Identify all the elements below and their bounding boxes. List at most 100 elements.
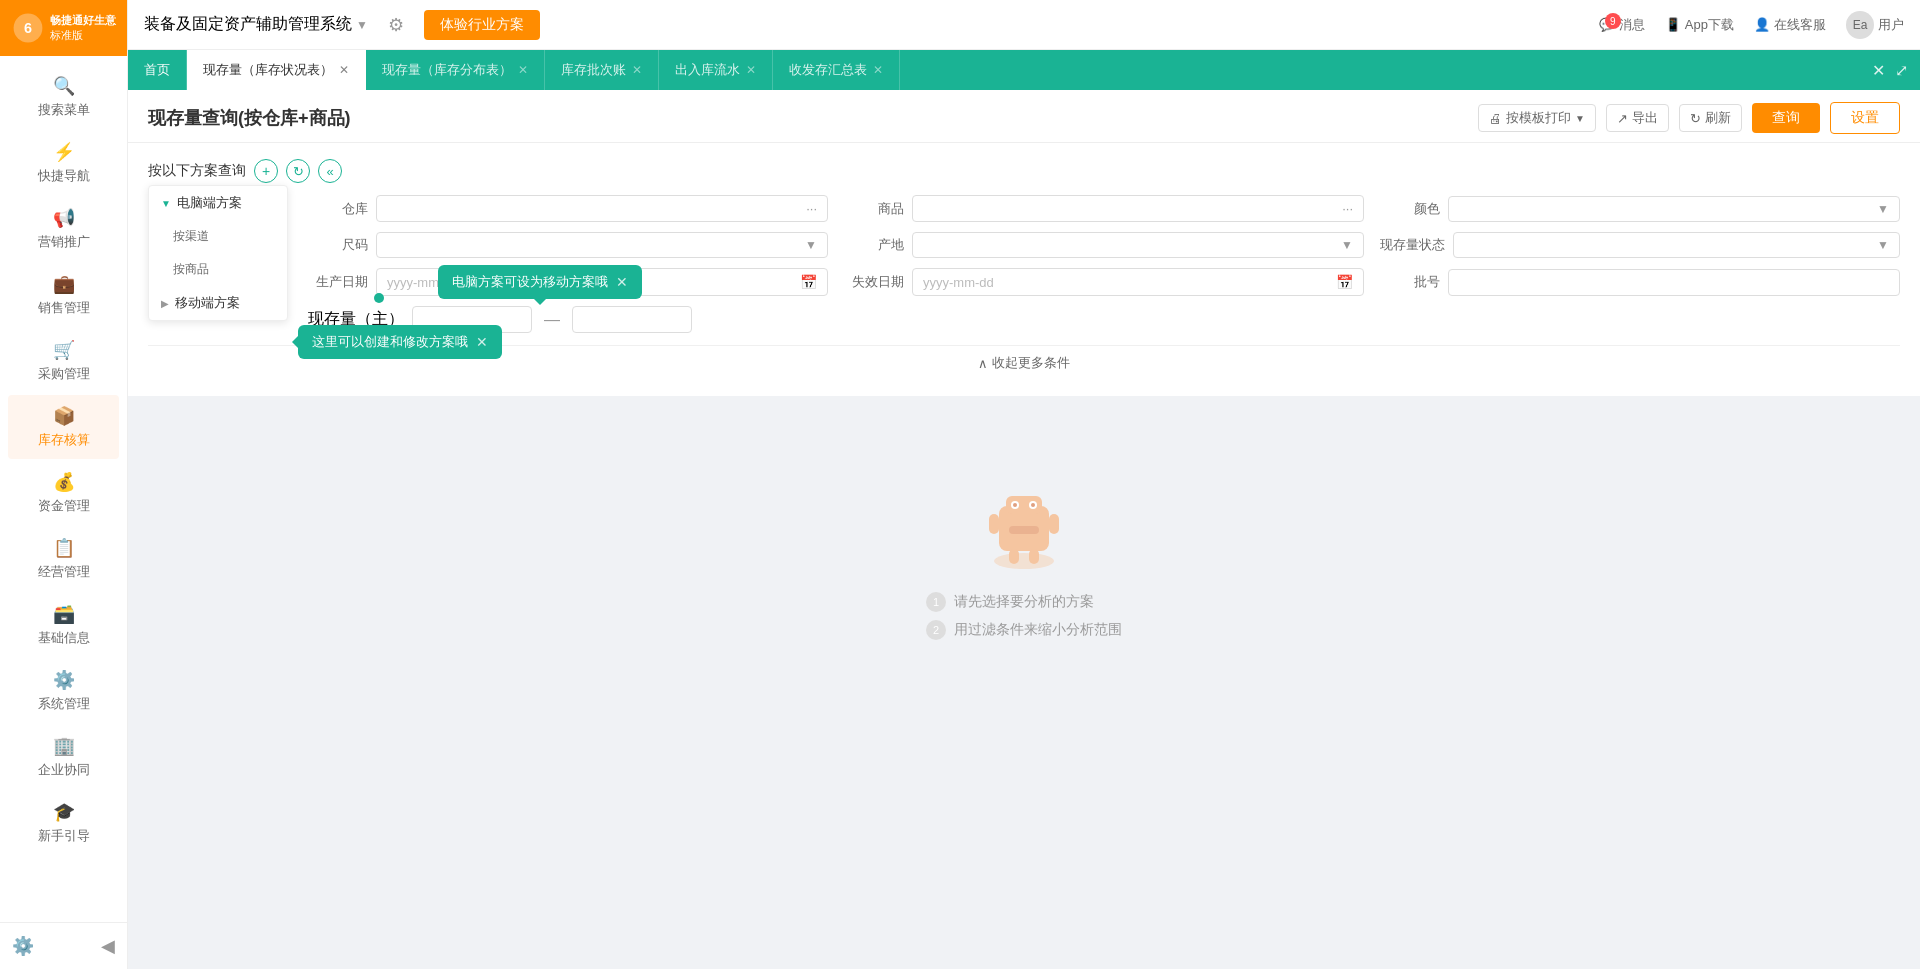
create-tip-close[interactable]: ✕ bbox=[476, 334, 488, 350]
print-template-btn[interactable]: 🖨 按模板打印 ▼ bbox=[1478, 104, 1596, 132]
empty-state: 1 请先选择要分析的方案 2 用过滤条件来缩小分析范围 bbox=[128, 396, 1920, 720]
sidebar-item-inventory[interactable]: 📦 库存核算 bbox=[8, 395, 119, 459]
tab-inventory-status[interactable]: 现存量（库存状况表） ✕ bbox=[187, 50, 366, 90]
filter-size-select[interactable]: ▼ bbox=[376, 232, 828, 258]
sidebar-item-guide[interactable]: 🎓 新手引导 bbox=[8, 791, 119, 855]
filter-expire-date-from[interactable]: yyyy-mm-dd 📅 bbox=[912, 268, 1364, 296]
sidebar-item-quick-nav[interactable]: ⚡ 快捷导航 bbox=[8, 131, 119, 195]
sidebar-nav: 🔍 搜索菜单 ⚡ 快捷导航 📢 营销推广 💼 销售管理 🛒 采购管理 📦 库存核… bbox=[0, 56, 127, 922]
refresh-btn[interactable]: ↻ 刷新 bbox=[1679, 104, 1742, 132]
add-scheme-btn[interactable]: + bbox=[254, 159, 278, 183]
tab-home[interactable]: 首页 bbox=[128, 50, 187, 90]
scheme-sub-channels-label: 按渠道 bbox=[173, 228, 209, 245]
refresh-scheme-btn[interactable]: ↻ bbox=[286, 159, 310, 183]
sidebar-label-quick-nav: 快捷导航 bbox=[38, 167, 90, 185]
sidebar-label-guide: 新手引导 bbox=[38, 827, 90, 845]
tab-close-all-icon[interactable]: ✕ bbox=[1872, 61, 1885, 80]
back-scheme-btn[interactable]: « bbox=[318, 159, 342, 183]
sidebar-label-purchase: 采购管理 bbox=[38, 365, 90, 383]
message-badge: 9 bbox=[1605, 13, 1621, 29]
filter-goods-select[interactable]: ··· bbox=[912, 195, 1364, 222]
filter-stock-status-select[interactable]: ▼ bbox=[1453, 232, 1900, 258]
sidebar-label-finance: 资金管理 bbox=[38, 497, 90, 515]
mobile-scheme-item[interactable]: ▶ 移动端方案 bbox=[149, 286, 287, 320]
sidebar-item-sales[interactable]: 💼 销售管理 bbox=[8, 263, 119, 327]
sidebar-item-operation[interactable]: 📋 经营管理 bbox=[8, 527, 119, 591]
inventory-icon: 📦 bbox=[53, 405, 75, 427]
filter-origin-select[interactable]: ▼ bbox=[912, 232, 1364, 258]
filter-size: 尺码 ▼ bbox=[308, 232, 828, 258]
scheme-sub-goods-label: 按商品 bbox=[173, 261, 209, 278]
empty-step-2: 2 用过滤条件来缩小分析范围 bbox=[926, 620, 1122, 640]
pc-scheme-item[interactable]: ▼ 电脑端方案 bbox=[149, 186, 287, 220]
sidebar-label-search-menu: 搜索菜单 bbox=[38, 101, 90, 119]
tab-receive-send[interactable]: 收发存汇总表 ✕ bbox=[773, 50, 900, 90]
tab-inventory-dist[interactable]: 现存量（库存分布表） ✕ bbox=[366, 50, 545, 90]
filter-stock-qty-to[interactable] bbox=[572, 306, 692, 333]
settings-bottom-icon[interactable]: ⚙️ bbox=[12, 935, 34, 957]
tab-right-actions: ✕ ⤢ bbox=[1860, 50, 1920, 90]
logo-line1: 畅捷通好生意 bbox=[50, 13, 116, 28]
operation-icon: 📋 bbox=[53, 537, 75, 559]
more-dots-icon: ··· bbox=[806, 201, 817, 216]
goods-dots-icon: ··· bbox=[1342, 201, 1353, 216]
system-icon: ⚙️ bbox=[53, 669, 75, 691]
sales-icon: 💼 bbox=[53, 273, 75, 295]
origin-arrow-icon: ▼ bbox=[1341, 238, 1353, 252]
online-service-btn[interactable]: 👤 在线客服 bbox=[1754, 16, 1826, 34]
create-tip-tooltip: 这里可以创建和修改方案哦 ✕ bbox=[298, 325, 502, 359]
app-download-label: App下载 bbox=[1685, 16, 1734, 34]
filter-title: 按以下方案查询 bbox=[148, 162, 246, 180]
sidebar-item-finance[interactable]: 💰 资金管理 bbox=[8, 461, 119, 525]
connector-dot bbox=[374, 293, 384, 303]
page-header: 现存量查询(按仓库+商品) 🖨 按模板打印 ▼ ↗ 导出 ↻ 刷新 bbox=[128, 90, 1920, 143]
message-btn[interactable]: 💬 9 消息 bbox=[1599, 16, 1645, 34]
collapse-sidebar-icon[interactable]: ◀ bbox=[101, 935, 115, 957]
service-icon: 👤 bbox=[1754, 17, 1770, 32]
export-btn[interactable]: ↗ 导出 bbox=[1606, 104, 1669, 132]
pc-tip-close[interactable]: ✕ bbox=[616, 274, 628, 290]
tab-fullscreen-icon[interactable]: ⤢ bbox=[1895, 61, 1908, 80]
step-1-text: 请先选择要分析的方案 bbox=[954, 593, 1094, 611]
query-button[interactable]: 查询 bbox=[1752, 103, 1820, 133]
tab-inout-flow[interactable]: 出入库流水 ✕ bbox=[659, 50, 773, 90]
filter-batch-label: 批号 bbox=[1380, 273, 1440, 291]
filter-area: 按以下方案查询 + ↻ « ▼ 电脑端方案 按渠道 按商品 ▶ bbox=[128, 143, 1920, 396]
scheme-sub-channels[interactable]: 按渠道 bbox=[149, 220, 287, 253]
sidebar-item-search-menu[interactable]: 🔍 搜索菜单 bbox=[8, 65, 119, 129]
settings-button[interactable]: 设置 bbox=[1830, 102, 1900, 134]
filter-warehouse-select[interactable]: ··· bbox=[376, 195, 828, 222]
tab-receive-send-label: 收发存汇总表 bbox=[789, 61, 867, 79]
tab-close-inventory-status[interactable]: ✕ bbox=[339, 63, 349, 77]
page-title: 现存量查询(按仓库+商品) bbox=[148, 106, 351, 130]
tab-batch-account[interactable]: 库存批次账 ✕ bbox=[545, 50, 659, 90]
svg-point-8 bbox=[1031, 503, 1035, 507]
filter-batch-input[interactable] bbox=[1448, 269, 1900, 296]
tab-close-inventory-dist[interactable]: ✕ bbox=[518, 63, 528, 77]
scheme-sub-goods[interactable]: 按商品 bbox=[149, 253, 287, 286]
svg-text:6: 6 bbox=[23, 20, 31, 36]
pc-tip-tooltip: 电脑方案可设为移动方案哦 ✕ bbox=[438, 265, 642, 299]
collapse-up-icon: ∧ bbox=[978, 356, 988, 371]
exp-button[interactable]: 体验行业方案 bbox=[424, 10, 540, 40]
system-title-select[interactable]: 装备及固定资产辅助管理系统 ▼ bbox=[144, 14, 368, 35]
sidebar-item-basic[interactable]: 🗃️ 基础信息 bbox=[8, 593, 119, 657]
filter-color-select[interactable]: ▼ bbox=[1448, 196, 1900, 222]
sidebar-item-purchase[interactable]: 🛒 采购管理 bbox=[8, 329, 119, 393]
page-actions: 🖨 按模板打印 ▼ ↗ 导出 ↻ 刷新 查询 设置 bbox=[1478, 102, 1900, 134]
app-download-btn[interactable]: 📱 App下载 bbox=[1665, 16, 1734, 34]
settings-gear-icon[interactable]: ⚙ bbox=[388, 14, 404, 36]
svg-rect-13 bbox=[1029, 549, 1039, 564]
filter-size-label: 尺码 bbox=[308, 236, 368, 254]
tab-close-receive-send[interactable]: ✕ bbox=[873, 63, 883, 77]
sidebar-item-marketing[interactable]: 📢 营销推广 bbox=[8, 197, 119, 261]
filter-color-label: 颜色 bbox=[1380, 200, 1440, 218]
sidebar-item-system[interactable]: ⚙️ 系统管理 bbox=[8, 659, 119, 723]
sidebar-item-enterprise[interactable]: 🏢 企业协同 bbox=[8, 725, 119, 789]
user-btn[interactable]: Ea 用户 bbox=[1846, 11, 1904, 39]
tab-close-batch-account[interactable]: ✕ bbox=[632, 63, 642, 77]
sidebar-bottom: ⚙️ ◀ bbox=[0, 922, 127, 969]
step-2-text: 用过滤条件来缩小分析范围 bbox=[954, 621, 1122, 639]
range-dash: — bbox=[544, 311, 560, 329]
tab-close-inout-flow[interactable]: ✕ bbox=[746, 63, 756, 77]
